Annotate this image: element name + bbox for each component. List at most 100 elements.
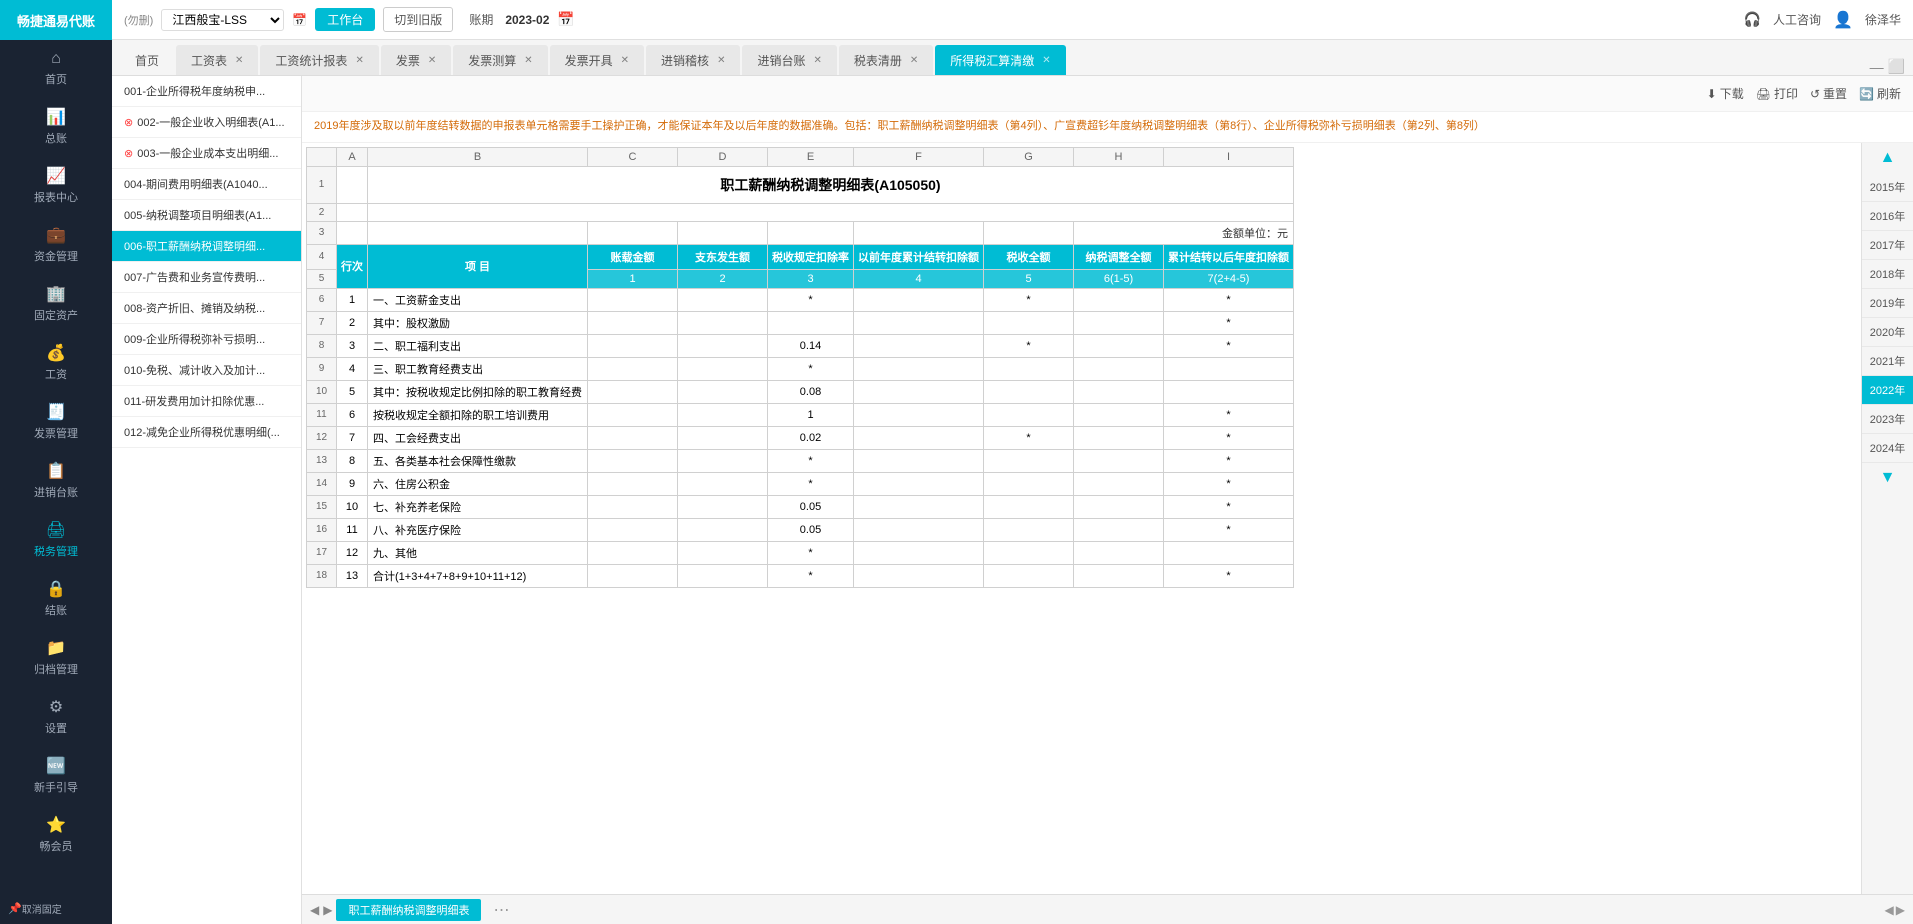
cell-line-18[interactable]: 13 bbox=[337, 564, 368, 587]
cell-f-7[interactable] bbox=[854, 311, 984, 334]
tab-tax-register[interactable]: 税表清册 ✕ bbox=[839, 45, 933, 75]
cell-g-18[interactable] bbox=[984, 564, 1074, 587]
cell-f-18[interactable] bbox=[854, 564, 984, 587]
cell-h-11[interactable] bbox=[1074, 403, 1164, 426]
cell-e-6[interactable]: * bbox=[768, 288, 854, 311]
cell-line-14[interactable]: 9 bbox=[337, 472, 368, 495]
cell-c-14[interactable] bbox=[588, 472, 678, 495]
sidebar-item-sales-ledger[interactable]: 📋 进销台账 bbox=[0, 451, 112, 510]
year-up-btn[interactable]: ▲ bbox=[1862, 143, 1913, 173]
tab-payroll-close[interactable]: ✕ bbox=[235, 55, 243, 66]
cell-i-11[interactable]: * bbox=[1164, 403, 1294, 426]
left-menu-item-011[interactable]: 011-研发费用加计扣除优惠... bbox=[112, 386, 301, 417]
cell-c-12[interactable] bbox=[588, 426, 678, 449]
sidebar-item-new-guide[interactable]: 🆕 新手引导 bbox=[0, 746, 112, 805]
cell-i-10[interactable] bbox=[1164, 380, 1294, 403]
cell-e-8[interactable]: 0.14 bbox=[768, 334, 854, 357]
cell-i-12[interactable]: * bbox=[1164, 426, 1294, 449]
left-menu-item-009[interactable]: 009-企业所得税弥补亏损明... bbox=[112, 324, 301, 355]
cell-d-11[interactable] bbox=[678, 403, 768, 426]
cell-f-16[interactable] bbox=[854, 518, 984, 541]
sidebar-item-archive[interactable]: 📁 归档管理 bbox=[0, 628, 112, 687]
cell-item-9[interactable]: 三、职工教育经费支出 bbox=[368, 357, 588, 380]
cell-f-15[interactable] bbox=[854, 495, 984, 518]
cell-e-18[interactable]: * bbox=[768, 564, 854, 587]
cell-G3[interactable] bbox=[984, 221, 1074, 244]
cell-c-9[interactable] bbox=[588, 357, 678, 380]
tab-payroll[interactable]: 工资表 ✕ bbox=[176, 45, 258, 75]
left-menu-item-006[interactable]: 006-职工薪酬纳税调整明细... bbox=[112, 231, 301, 262]
cell-h-12[interactable] bbox=[1074, 426, 1164, 449]
cell-c-7[interactable] bbox=[588, 311, 678, 334]
tab-invoice-issue-close[interactable]: ✕ bbox=[621, 55, 629, 66]
cell-c-16[interactable] bbox=[588, 518, 678, 541]
cell-h-15[interactable] bbox=[1074, 495, 1164, 518]
tab-payroll-stats-close[interactable]: ✕ bbox=[355, 55, 363, 66]
left-menu-item-007[interactable]: 007-广告费和业务宣传费明... bbox=[112, 262, 301, 293]
cell-d-8[interactable] bbox=[678, 334, 768, 357]
tab-home[interactable]: 首页 bbox=[120, 45, 174, 75]
sidebar-item-settings[interactable]: ⚙ 设置 bbox=[0, 687, 112, 746]
cell-g-14[interactable] bbox=[984, 472, 1074, 495]
tab-sales-check[interactable]: 进销稽核 ✕ bbox=[646, 45, 740, 75]
cell-i-9[interactable] bbox=[1164, 357, 1294, 380]
cell-E3[interactable] bbox=[768, 221, 854, 244]
left-menu-item-004[interactable]: 004-期间费用明细表(A1040... bbox=[112, 169, 301, 200]
cell-h-14[interactable] bbox=[1074, 472, 1164, 495]
tab-window-maximize[interactable]: ⬜ bbox=[1888, 58, 1905, 75]
period-calendar-icon[interactable]: 📅 bbox=[557, 11, 574, 28]
switch-period-button[interactable]: 切到旧版 bbox=[383, 7, 453, 32]
cell-i-14[interactable]: * bbox=[1164, 472, 1294, 495]
cell-g-17[interactable] bbox=[984, 541, 1074, 564]
year-item-2018[interactable]: 2018年 bbox=[1862, 260, 1913, 289]
tab-payroll-stats[interactable]: 工资统计报表 ✕ bbox=[260, 45, 378, 75]
cell-g-10[interactable] bbox=[984, 380, 1074, 403]
workspace-button[interactable]: 工作台 bbox=[315, 8, 375, 31]
year-item-2023[interactable]: 2023年 bbox=[1862, 405, 1913, 434]
cell-g-12[interactable]: * bbox=[984, 426, 1074, 449]
cell-i-13[interactable]: * bbox=[1164, 449, 1294, 472]
bottom-scroll-right[interactable]: ▶ bbox=[1896, 903, 1905, 917]
cell-c-8[interactable] bbox=[588, 334, 678, 357]
cell-d-7[interactable] bbox=[678, 311, 768, 334]
left-menu-item-010[interactable]: 010-免税、减计收入及加计... bbox=[112, 355, 301, 386]
cell-e-16[interactable]: 0.05 bbox=[768, 518, 854, 541]
cell-F3[interactable] bbox=[854, 221, 984, 244]
cell-e-7[interactable] bbox=[768, 311, 854, 334]
reset-btn[interactable]: ↺ 重置 bbox=[1810, 85, 1847, 102]
left-menu-item-002[interactable]: ⊗002-一般企业收入明细表(A1... bbox=[112, 107, 301, 138]
cell-f-13[interactable] bbox=[854, 449, 984, 472]
cell-c-11[interactable] bbox=[588, 403, 678, 426]
tab-sales-ledger[interactable]: 进销台账 ✕ bbox=[742, 45, 836, 75]
cell-f-10[interactable] bbox=[854, 380, 984, 403]
left-menu-item-003[interactable]: ⊗003-一般企业成本支出明细... bbox=[112, 138, 301, 169]
cell-B3[interactable] bbox=[368, 221, 588, 244]
cell-g-11[interactable] bbox=[984, 403, 1074, 426]
cell-g-15[interactable] bbox=[984, 495, 1074, 518]
cell-e-15[interactable]: 0.05 bbox=[768, 495, 854, 518]
bottom-nav-right[interactable]: ▶ bbox=[323, 903, 332, 917]
cell-item-6[interactable]: 一、工资薪金支出 bbox=[368, 288, 588, 311]
cell-c-13[interactable] bbox=[588, 449, 678, 472]
cell-g-13[interactable] bbox=[984, 449, 1074, 472]
left-menu-item-008[interactable]: 008-资产折旧、摊销及纳税... bbox=[112, 293, 301, 324]
year-item-2019[interactable]: 2019年 bbox=[1862, 289, 1913, 318]
cell-e-17[interactable]: * bbox=[768, 541, 854, 564]
tab-tax-register-close[interactable]: ✕ bbox=[910, 55, 918, 66]
cell-d-10[interactable] bbox=[678, 380, 768, 403]
tab-window-minimize[interactable]: — bbox=[1870, 59, 1884, 75]
cell-g-7[interactable] bbox=[984, 311, 1074, 334]
cell-c-17[interactable] bbox=[588, 541, 678, 564]
cell-item-15[interactable]: 七、补充养老保险 bbox=[368, 495, 588, 518]
cell-h-18[interactable] bbox=[1074, 564, 1164, 587]
cell-A3[interactable] bbox=[337, 221, 368, 244]
cell-i-6[interactable]: * bbox=[1164, 288, 1294, 311]
sidebar-item-general-ledger[interactable]: 📊 总账 bbox=[0, 97, 112, 156]
cell-d-15[interactable] bbox=[678, 495, 768, 518]
cell-B2[interactable] bbox=[368, 203, 1294, 221]
cell-d-9[interactable] bbox=[678, 357, 768, 380]
company-select[interactable]: 江西般宝-LSS bbox=[161, 9, 284, 31]
tab-income-tax-close[interactable]: ✕ bbox=[1042, 55, 1050, 66]
left-menu-item-005[interactable]: 005-纳税调整项目明细表(A1... bbox=[112, 200, 301, 231]
cell-c-10[interactable] bbox=[588, 380, 678, 403]
